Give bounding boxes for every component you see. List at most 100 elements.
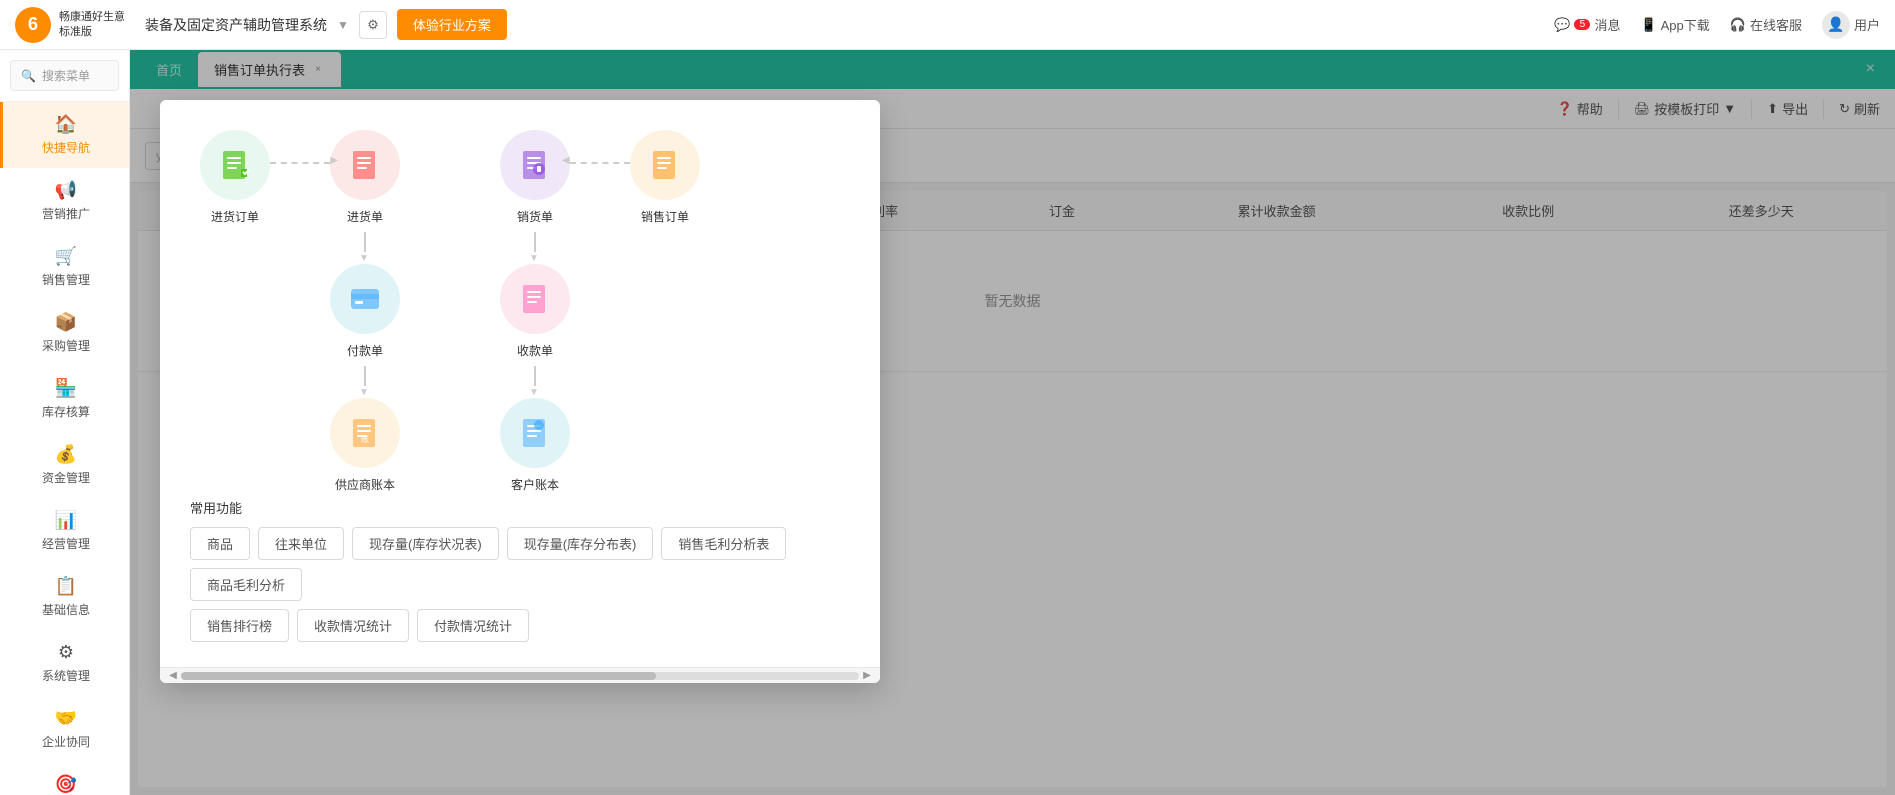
func-btn-product-margin[interactable]: 商品毛利分析 — [190, 568, 302, 601]
sidebar-item-purchase[interactable]: 📦 采购管理 — [0, 300, 129, 366]
common-functions-section: 常用功能 商品 往来单位 现存量(库存状况表) 现存量(库存分布表) 销售毛利分… — [190, 498, 850, 657]
sidebar-item-inventory[interactable]: 🏪 库存核算 — [0, 366, 129, 432]
app-download-item[interactable]: 📱 App下载 — [1640, 15, 1709, 34]
flow-item-sales-order[interactable]: 销售订单 — [630, 130, 700, 225]
flow-label-sales-order: 销售订单 — [641, 208, 689, 225]
headset-icon: 🎧 — [1730, 17, 1746, 33]
func-btn-partner[interactable]: 往来单位 — [258, 527, 344, 560]
modal-overlay[interactable]: 进货订单 ▶ — [130, 50, 1895, 795]
flow-middle — [190, 230, 850, 254]
func-buttons-row-2: 销售排行榜 收款情况统计 付款情况统计 — [190, 609, 850, 642]
sidebar-label-marketing: 营销推广 — [42, 205, 90, 222]
main-layout: 🔍 搜索菜单 🏠 快捷导航 📢 营销推广 🛒 销售管理 📦 采购管理 🏪 库存核… — [0, 50, 1895, 795]
sidebar-label-system: 系统管理 — [42, 667, 90, 684]
scroll-arrow-left[interactable]: ◀ — [165, 668, 181, 684]
sidebar-item-quick-guide[interactable]: 🏠 快捷导航 — [0, 102, 129, 168]
system-name: 装备及固定资产辅助管理系统 — [145, 15, 327, 35]
flow-label-purchase-doc: 进货单 — [347, 208, 383, 225]
flow-diagram: 进货订单 ▶ — [190, 120, 850, 230]
sidebar-item-sales[interactable]: 🛒 销售管理 — [0, 234, 129, 300]
flow-item-purchase-order[interactable]: 进货订单 — [200, 130, 270, 225]
arrow-sales-order-to-doc: ◀ — [570, 162, 630, 194]
flow-label-customer-ledger: 客户账本 — [511, 476, 559, 493]
enterprise-icon: 🤝 — [55, 708, 77, 729]
modal-scrollbar[interactable]: ◀ ▶ — [160, 667, 880, 683]
scroll-arrow-right[interactable]: ▶ — [859, 668, 875, 684]
online-service-item[interactable]: 🎧 在线客服 — [1730, 15, 1802, 34]
sidebar-item-operations[interactable]: 📊 经营管理 — [0, 498, 129, 564]
flow-label-receipt: 收款单 — [517, 342, 553, 359]
sidebar-label-sales: 销售管理 — [42, 271, 90, 288]
message-icon: 💬 — [1554, 17, 1570, 33]
logo-text: 畅康通好生意 标准版 — [59, 10, 125, 39]
search-icon: 🔍 — [21, 69, 36, 83]
svg-text:账: 账 — [361, 435, 369, 444]
logo-icon: 6 — [15, 7, 51, 43]
search-label: 搜索菜单 — [42, 67, 90, 84]
header-right: 💬 5 消息 📱 App下载 🎧 在线客服 👤 用户 — [1554, 11, 1880, 39]
func-btn-sales-rank[interactable]: 销售排行榜 — [190, 609, 289, 642]
flow-label-purchase-order: 进货订单 — [211, 208, 259, 225]
user-label: 用户 — [1854, 15, 1880, 34]
flow-item-supplier-ledger[interactable]: 账 供应商账本 — [330, 398, 400, 493]
sidebar-item-basic-info[interactable]: 📋 基础信息 — [0, 564, 129, 630]
modal-body: 进货订单 ▶ — [160, 100, 880, 667]
flow-ledger-row: 账 供应商账本 — [320, 388, 850, 498]
flow-payment-row: 付款单 收 — [320, 254, 850, 364]
operations-icon: 📊 — [55, 510, 77, 531]
modal-dialog: 进货订单 ▶ — [160, 100, 880, 683]
sidebar-label-basic-info: 基础信息 — [42, 601, 90, 618]
finance-icon: 💰 — [55, 444, 77, 465]
flow-item-customer-ledger[interactable]: 客户账本 — [500, 398, 570, 493]
flow-circle-sales-order — [630, 130, 700, 200]
flow-item-sales-doc[interactable]: 销货单 — [500, 130, 570, 225]
flow-circle-supplier-ledger: 账 — [330, 398, 400, 468]
flow-circle-customer-ledger — [500, 398, 570, 468]
arrow-down-payment — [330, 364, 400, 388]
message-label: 消息 — [1594, 15, 1620, 34]
home-icon: 🏠 — [55, 114, 77, 135]
trial-button[interactable]: 体验行业方案 — [397, 9, 507, 40]
sidebar: 🔍 搜索菜单 🏠 快捷导航 📢 营销推广 🛒 销售管理 📦 采购管理 🏪 库存核… — [0, 50, 130, 795]
flow-item-purchase-doc[interactable]: 进货单 — [330, 130, 400, 225]
flow-circle-purchase-doc — [330, 130, 400, 200]
sidebar-item-enterprise[interactable]: 🤝 企业协同 — [0, 696, 129, 762]
func-buttons-row-1: 商品 往来单位 现存量(库存状况表) 现存量(库存分布表) 销售毛利分析表 商品… — [190, 527, 850, 601]
sidebar-label-inventory: 库存核算 — [42, 403, 90, 420]
flow-item-payment[interactable]: 付款单 — [330, 264, 400, 359]
func-btn-receipt-stats[interactable]: 收款情况统计 — [297, 609, 409, 642]
func-btn-stock-dist[interactable]: 现存量(库存分布表) — [507, 527, 654, 560]
app-download-icon: 📱 — [1640, 17, 1656, 33]
app-download-label: App下载 — [1661, 15, 1710, 34]
sidebar-item-marketing[interactable]: 📢 营销推广 — [0, 168, 129, 234]
system-icon: ⚙ — [58, 642, 74, 663]
func-btn-payment-stats[interactable]: 付款情况统计 — [417, 609, 529, 642]
avatar: 👤 — [1822, 11, 1850, 39]
flow-circle-receipt — [500, 264, 570, 334]
arrow-down-receipt — [500, 364, 570, 388]
system-dropdown-arrow[interactable]: ▼ — [337, 18, 349, 32]
sidebar-search-button[interactable]: 🔍 搜索菜单 — [10, 60, 119, 91]
scroll-track[interactable] — [181, 672, 859, 680]
sales-icon: 🛒 — [55, 246, 77, 267]
sidebar-item-system[interactable]: ⚙ 系统管理 — [0, 630, 129, 696]
gear-button[interactable]: ⚙ — [359, 11, 387, 39]
sidebar-label-finance: 资金管理 — [42, 469, 90, 486]
flow-label-sales-doc: 销货单 — [517, 208, 553, 225]
sidebar-label-enterprise: 企业协同 — [42, 733, 90, 750]
func-btn-sales-margin[interactable]: 销售毛利分析表 — [661, 527, 786, 560]
flow-top-row: 进货订单 ▶ — [200, 130, 700, 225]
basic-info-icon: 📋 — [55, 576, 77, 597]
func-btn-stock-status[interactable]: 现存量(库存状况表) — [352, 527, 499, 560]
sidebar-item-beginner[interactable]: 🎯 新手引导 — [0, 762, 129, 795]
flow-item-receipt[interactable]: 收款单 — [500, 264, 570, 359]
sidebar-item-finance[interactable]: 💰 资金管理 — [0, 432, 129, 498]
func-btn-product[interactable]: 商品 — [190, 527, 250, 560]
online-service-label: 在线客服 — [1750, 15, 1802, 34]
message-icon-item[interactable]: 💬 5 消息 — [1554, 15, 1620, 34]
flow-circle-sales-doc — [500, 130, 570, 200]
user-area[interactable]: 👤 用户 — [1822, 11, 1880, 39]
sidebar-label-purchase: 采购管理 — [42, 337, 90, 354]
flow-circle-purchase-order — [200, 130, 270, 200]
scroll-thumb — [181, 672, 656, 680]
